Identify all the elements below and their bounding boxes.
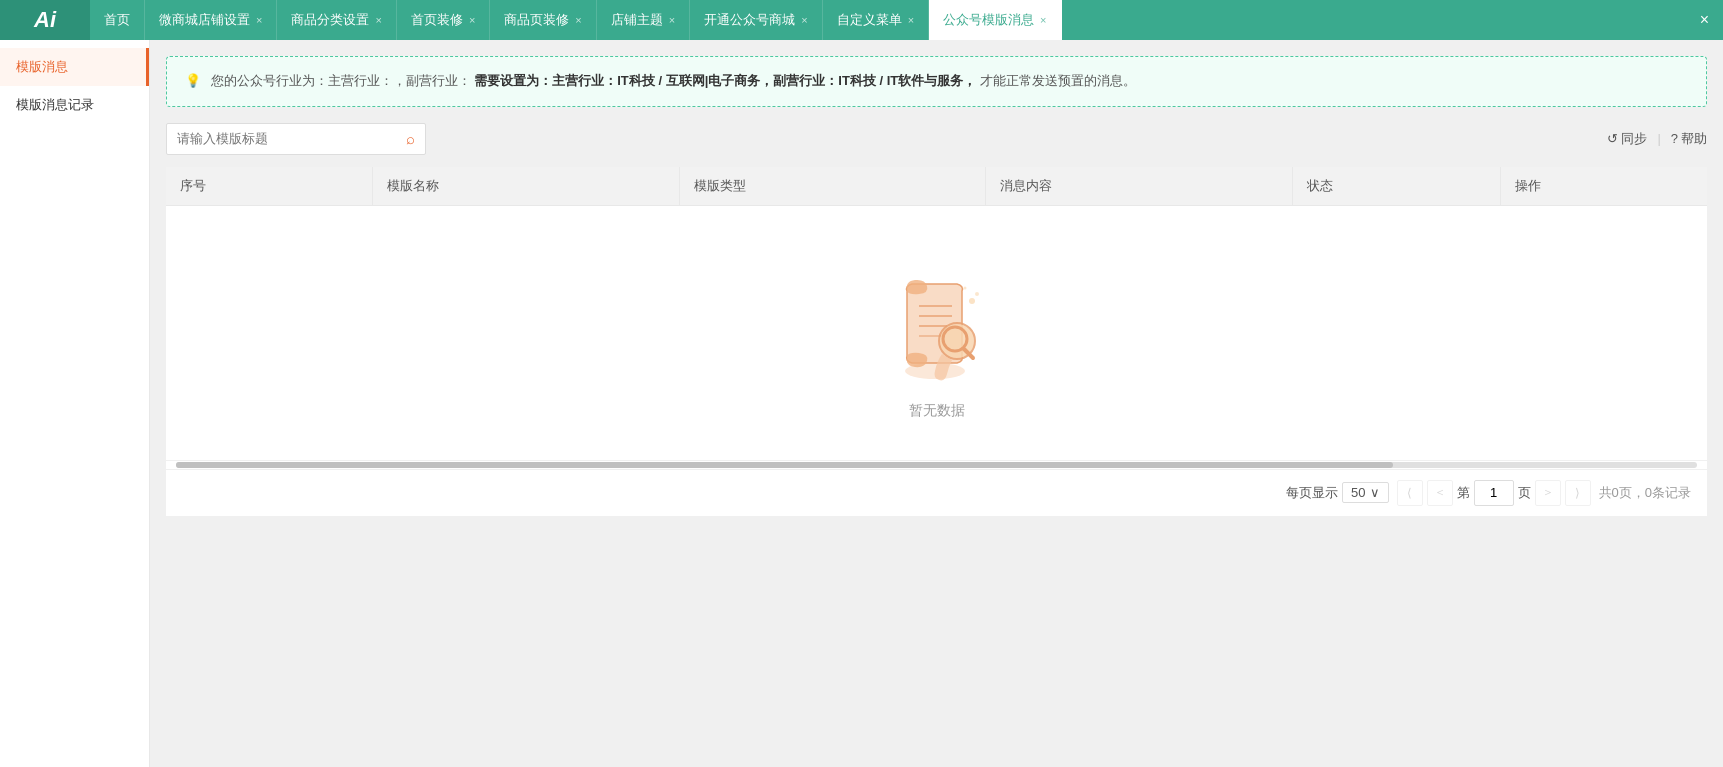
content-area: 💡 您的公众号行业为：主营行业：，副营行业： 需要设置为：主营行业：IT科技 /… (150, 40, 1723, 767)
first-page-button[interactable]: ⟨ (1397, 480, 1423, 506)
page-label-after: 页 (1518, 484, 1531, 502)
page-size-select: 每页显示 50 ∨ (1286, 482, 1388, 503)
nav-tab-product-decor[interactable]: 商品页装修× (490, 0, 596, 40)
col-status: 状态 (1292, 167, 1500, 206)
page-label-before: 第 (1457, 484, 1470, 502)
svg-point-10 (963, 286, 966, 289)
notice-box: 💡 您的公众号行业为：主营行业：，副营行业： 需要设置为：主营行业：IT科技 /… (166, 56, 1707, 107)
col-name: 模版名称 (372, 167, 679, 206)
col-index: 序号 (166, 167, 372, 206)
page-size-dropdown[interactable]: 50 ∨ (1342, 482, 1388, 503)
nav-tab-template-msg[interactable]: 公众号模版消息× (929, 0, 1061, 40)
scrollbar-area[interactable] (166, 460, 1707, 469)
empty-icon (877, 266, 997, 386)
empty-text: 暂无数据 (909, 402, 965, 420)
svg-point-9 (975, 292, 979, 296)
prev-page-button[interactable]: ＜ (1427, 480, 1453, 506)
col-content: 消息内容 (986, 167, 1293, 206)
empty-state: 暂无数据 (166, 206, 1707, 460)
help-icon: ? (1671, 131, 1678, 146)
last-page-button[interactable]: ⟩ (1565, 480, 1591, 506)
scrollbar-track[interactable] (176, 462, 1697, 468)
search-icon[interactable]: ⌕ (406, 130, 415, 147)
sync-label: 同步 (1621, 130, 1647, 148)
top-nav: Ai 首页微商城店铺设置×商品分类设置×首页装修×商品页装修×店铺主题×开通公众… (0, 0, 1723, 40)
nav-tabs: 首页微商城店铺设置×商品分类设置×首页装修×商品页装修×店铺主题×开通公众号商城… (90, 0, 1686, 40)
col-action: 操作 (1501, 167, 1707, 206)
close-tab-store-theme[interactable]: × (669, 14, 675, 26)
divider: | (1657, 131, 1660, 146)
scrollbar-thumb[interactable] (176, 462, 1393, 468)
nav-tab-store-theme[interactable]: 店铺主题× (597, 0, 690, 40)
sidebar-item-template-record[interactable]: 模版消息记录 (0, 86, 149, 124)
notice-text-after: 才能正常发送预置的消息。 (980, 73, 1136, 88)
page-number-input[interactable] (1474, 480, 1514, 506)
chevron-down-icon: ∨ (1370, 485, 1380, 500)
sync-button[interactable]: ↺ 同步 (1607, 130, 1647, 148)
search-actions: ↺ 同步 | ? 帮助 (1607, 130, 1707, 148)
table-wrapper: 序号模版名称模版类型消息内容状态操作 (166, 167, 1707, 516)
logo: Ai (0, 0, 90, 40)
notice-text-before: 您的公众号行业为：主营行业：，副营行业： (211, 73, 471, 88)
nav-tab-custom-menu[interactable]: 自定义菜单× (823, 0, 929, 40)
close-tab-category-setting[interactable]: × (375, 14, 381, 26)
notice-highlight: 需要设置为：主营行业：IT科技 / 互联网|电子商务，副营行业：IT科技 / I… (474, 73, 976, 88)
sidebar: 模版消息模版消息记录 (0, 40, 150, 767)
close-tab-template-msg[interactable]: × (1040, 14, 1046, 26)
close-tab-custom-menu[interactable]: × (908, 14, 914, 26)
sidebar-item-template-msg[interactable]: 模版消息 (0, 48, 149, 86)
close-tab-open-mall[interactable]: × (801, 14, 807, 26)
nav-tab-home[interactable]: 首页 (90, 0, 145, 40)
nav-tab-category-setting[interactable]: 商品分类设置× (277, 0, 396, 40)
search-input-wrap[interactable]: ⌕ (166, 123, 426, 155)
page-nav: ⟨ ＜ 第 页 ＞ ⟩ (1397, 480, 1591, 506)
page-size-label: 每页显示 (1286, 484, 1338, 502)
search-bar: ⌕ ↺ 同步 | ? 帮助 (166, 123, 1707, 155)
close-all-button[interactable]: × (1686, 11, 1723, 29)
lightbulb-icon: 💡 (185, 73, 201, 88)
help-button[interactable]: ? 帮助 (1671, 130, 1707, 148)
pagination: 每页显示 50 ∨ ⟨ ＜ 第 页 ＞ ⟩ (166, 469, 1707, 516)
nav-tab-shop-setting[interactable]: 微商城店铺设置× (145, 0, 277, 40)
page-size-value: 50 (1351, 485, 1365, 500)
total-info: 共0页，0条记录 (1599, 484, 1691, 502)
col-type: 模版类型 (679, 167, 986, 206)
help-label: 帮助 (1681, 130, 1707, 148)
nav-tab-open-mall[interactable]: 开通公众号商城× (690, 0, 822, 40)
data-table: 序号模版名称模版类型消息内容状态操作 (166, 167, 1707, 206)
sync-icon: ↺ (1607, 131, 1618, 146)
table-header: 序号模版名称模版类型消息内容状态操作 (166, 167, 1707, 206)
page-input-area: 第 页 (1457, 480, 1531, 506)
close-tab-home-decor[interactable]: × (469, 14, 475, 26)
close-tab-product-decor[interactable]: × (575, 14, 581, 26)
svg-point-8 (969, 298, 975, 304)
nav-tab-home-decor[interactable]: 首页装修× (397, 0, 490, 40)
next-page-button[interactable]: ＞ (1535, 480, 1561, 506)
search-input[interactable] (177, 131, 406, 146)
main-layout: 模版消息模版消息记录 💡 您的公众号行业为：主营行业：，副营行业： 需要设置为：… (0, 40, 1723, 767)
close-tab-shop-setting[interactable]: × (256, 14, 262, 26)
